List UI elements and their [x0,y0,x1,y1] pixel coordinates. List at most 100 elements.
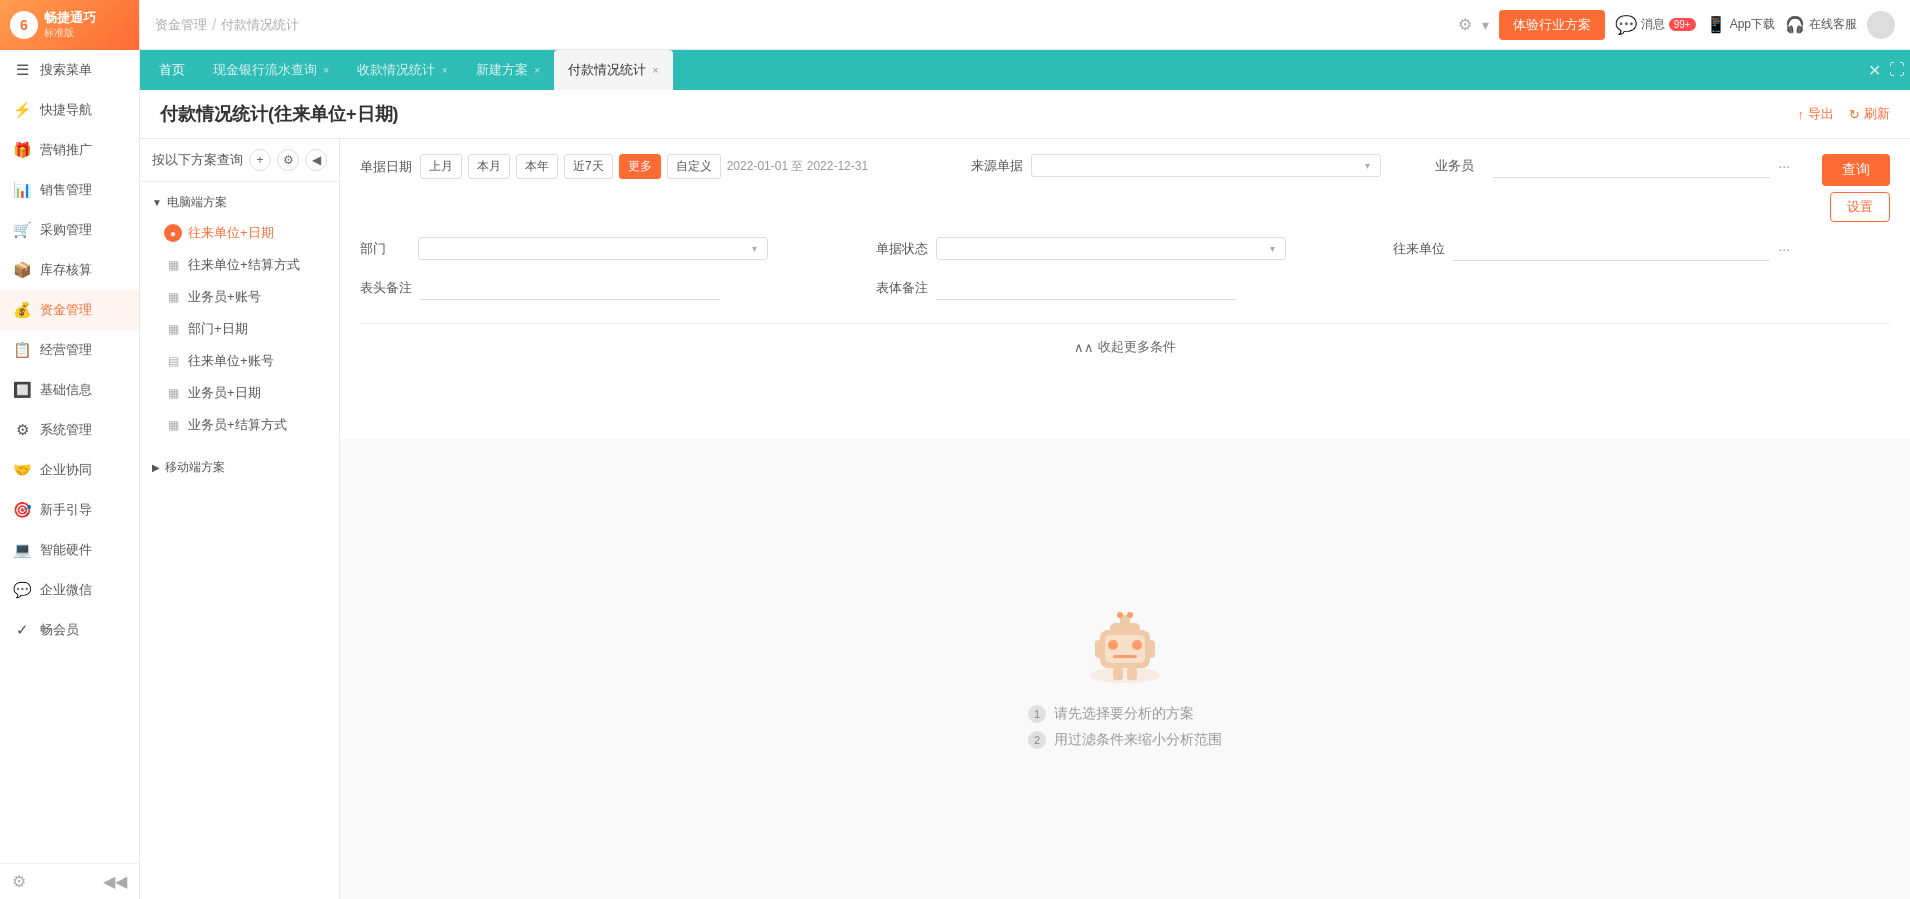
collapse-row: ∧∧ 收起更多条件 [360,323,1890,370]
source-select[interactable]: ▾ [1031,154,1381,177]
app-download-label: App下载 [1730,16,1775,33]
svg-point-0 [1090,667,1160,683]
filter-item-date: 单据日期 上月 本月 本年 近7天 更多 自定义 2022-01-01 至 20… [360,154,951,179]
date-btn-custom[interactable]: 自定义 [667,154,721,179]
refresh-button[interactable]: ↻ 刷新 [1849,105,1890,123]
tab-new-scheme-close[interactable]: × [534,64,540,76]
messages-button[interactable]: 💬 消息 99+ [1615,14,1696,36]
empty-step-2: 2 用过滤条件来缩小分析范围 [1028,731,1222,749]
body-note-input[interactable] [936,276,1236,300]
query-button[interactable]: 查询 [1822,154,1890,186]
date-btn-last-month[interactable]: 上月 [420,154,462,179]
date-btn-this-month[interactable]: 本月 [468,154,510,179]
head-note-input[interactable] [420,276,720,300]
sidebar-item-guide[interactable]: 🎯 新手引导 [0,490,139,530]
sidebar-item-inventory[interactable]: 📦 库存核算 [0,250,139,290]
tab-payment-stats-close[interactable]: × [652,64,658,76]
cooperation-icon: 🤝 [12,460,32,480]
sidebar-item-label: 企业微信 [40,581,92,599]
date-range-text: 2022-01-01 至 2022-12-31 [727,158,868,175]
app-download-button[interactable]: 📱 App下载 [1706,15,1775,34]
empty-text-block: 1 请先选择要分析的方案 2 用过滤条件来缩小分析范围 [1028,705,1222,749]
settings-gear-icon[interactable]: ⚙ [12,872,26,891]
sidebar-item-purchase[interactable]: 🛒 采购管理 [0,210,139,250]
topbar-chevron-icon[interactable]: ▾ [1482,17,1489,33]
dept-select[interactable]: ▾ [418,237,768,260]
scheme-item-vendor-account[interactable]: ▤ 往来单位+账号 [140,345,339,377]
date-btn-this-year[interactable]: 本年 [516,154,558,179]
add-scheme-button[interactable]: + [249,149,271,171]
sidebar-item-search-menu[interactable]: ☰ 搜索菜单 [0,50,139,90]
svg-point-11 [1127,612,1133,618]
scheme-item-staff-settlement[interactable]: ▦ 业务员+结算方式 [140,409,339,441]
scheme-item-vendor-settlement[interactable]: ▦ 往来单位+结算方式 [140,249,339,281]
tab-receipt-stats[interactable]: 收款情况统计 × [343,50,461,90]
maximize-icon[interactable]: ⛶ [1889,61,1905,79]
sidebar-item-capital[interactable]: 💰 资金管理 [0,290,139,330]
scheme-item-staff-account[interactable]: ▦ 业务员+账号 [140,281,339,313]
purchase-icon: 🛒 [12,220,32,240]
date-btn-more[interactable]: 更多 [619,154,661,179]
operations-icon: 📋 [12,340,32,360]
sidebar-item-label: 系统管理 [40,421,92,439]
tab-receipt-close[interactable]: × [441,64,447,76]
tab-payment-stats[interactable]: 付款情况统计 × [554,50,672,90]
sidebar-header: 6 畅捷通巧 标准版 [0,0,139,50]
sidebar-item-basic-info[interactable]: 🔲 基础信息 [0,370,139,410]
sidebar-item-hardware[interactable]: 💻 智能硬件 [0,530,139,570]
date-buttons: 上月 本月 本年 近7天 更多 自定义 2022-01-01 至 2022-12… [420,154,868,179]
date-btn-7days[interactable]: 近7天 [564,154,613,179]
inventory-icon: 📦 [12,260,32,280]
vendor-input[interactable] [1453,237,1770,261]
trial-button[interactable]: 体验行业方案 [1499,10,1605,40]
sidebar: 6 畅捷通巧 标准版 ☰ 搜索菜单 ⚡ 快捷导航 🎁 营销推广 📊 销售管理 🛒… [0,0,140,899]
tab-bank-flow[interactable]: 现金银行流水查询 × [199,50,343,90]
tab-new-scheme[interactable]: 新建方案 × [462,50,554,90]
sidebar-item-member[interactable]: ✓ 畅会员 [0,610,139,650]
vendor-dots[interactable]: ··· [1778,241,1790,257]
tab-bank-flow-close[interactable]: × [323,64,329,76]
scheme-group-mobile-title[interactable]: ▶ 移动端方案 [140,453,339,482]
filter-item-doc-status: 单据状态 ▾ [876,237,1372,260]
sidebar-item-wechat[interactable]: 💬 企业微信 [0,570,139,610]
online-service-button[interactable]: 🎧 在线客服 [1785,15,1857,34]
step-1-text: 请先选择要分析的方案 [1054,705,1194,723]
sidebar-item-marketing[interactable]: 🎁 营销推广 [0,130,139,170]
doc-status-select[interactable]: ▾ [936,237,1286,260]
topbar-settings-icon[interactable]: ⚙ [1458,15,1472,34]
export-button[interactable]: ↑ 导出 [1798,105,1835,123]
close-all-tabs-icon[interactable]: ✕ [1868,61,1881,80]
scheme-item-staff-date[interactable]: ▦ 业务员+日期 [140,377,339,409]
tab-home[interactable]: 首页 [145,50,199,90]
scheme-item-label: 部门+日期 [188,320,248,338]
page-header: 付款情况统计(往来单位+日期) ↑ 导出 ↻ 刷新 [140,90,1910,139]
step-2-num: 2 [1028,731,1046,749]
collapse-filter-button[interactable]: ∧∧ 收起更多条件 [1074,330,1176,364]
scheme-group-desktop-title[interactable]: ▼ 电脑端方案 [140,188,339,217]
user-avatar[interactable] [1867,11,1895,39]
empty-state: 1 请先选择要分析的方案 2 用过滤条件来缩小分析范围 [340,439,1910,899]
sidebar-item-operations[interactable]: 📋 经营管理 [0,330,139,370]
scheme-item-label: 往来单位+结算方式 [188,256,300,274]
filter-row-3: 表头备注 表体备注 [360,276,1890,300]
app-name: 畅捷通巧 [44,10,96,26]
sidebar-item-quick-nav[interactable]: ⚡ 快捷导航 [0,90,139,130]
step-2-text: 用过滤条件来缩小分析范围 [1054,731,1222,749]
scheme-item-dept-date[interactable]: ▦ 部门+日期 [140,313,339,345]
sidebar-item-system[interactable]: ⚙ 系统管理 [0,410,139,450]
scheme-item-vendor-date[interactable]: ● 往来单位+日期 [140,217,339,249]
scheme-settings-button[interactable]: ⚙ [277,149,299,171]
staff-input[interactable] [1493,154,1770,178]
breadcrumb-sep: / [212,16,216,34]
staff-dots[interactable]: ··· [1778,158,1790,174]
breadcrumb-text: 资金管理 [155,16,207,34]
sidebar-item-sales[interactable]: 📊 销售管理 [0,170,139,210]
collapse-scheme-button[interactable]: ◀ [305,149,327,171]
collapse-sidebar-icon[interactable]: ◀◀ [103,872,127,891]
hardware-icon: 💻 [12,540,32,560]
sidebar-item-cooperation[interactable]: 🤝 企业协同 [0,450,139,490]
capital-icon: 💰 [12,300,32,320]
scheme-group-mobile: ▶ 移动端方案 [140,447,339,488]
scheme-item-icon-3: ▦ [164,288,182,306]
filter-settings-button[interactable]: 设置 [1830,192,1890,222]
